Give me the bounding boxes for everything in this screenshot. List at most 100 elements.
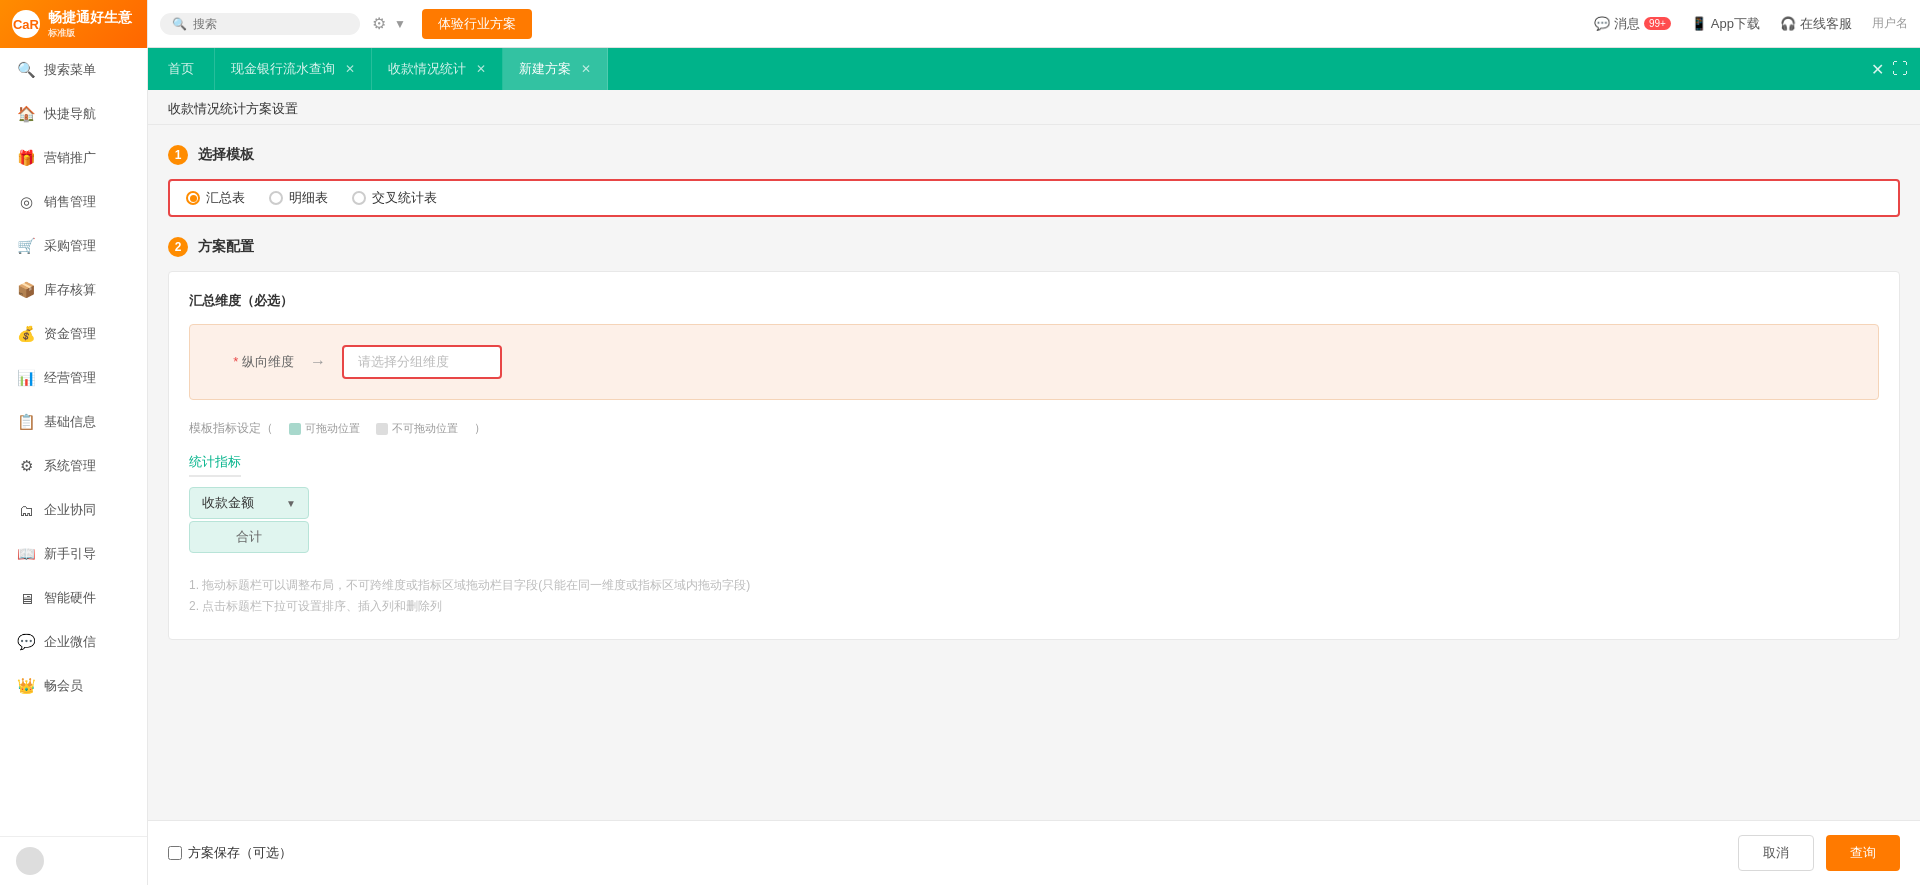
save-checkbox[interactable]: [168, 846, 182, 860]
tab-bank-flow-close[interactable]: ✕: [345, 62, 355, 76]
tab-collection-stats[interactable]: 收款情况统计 ✕: [372, 48, 503, 90]
radio-cross-label: 交叉统计表: [372, 189, 437, 207]
sidebar-item-label: 系统管理: [44, 457, 96, 475]
support-icon: 🎧: [1780, 16, 1796, 31]
operations-icon: 📊: [16, 368, 36, 388]
member-icon: 👑: [16, 676, 36, 696]
sidebar-item-search-menu[interactable]: 🔍 搜索菜单: [0, 48, 147, 92]
sidebar-item-system[interactable]: ⚙ 系统管理: [0, 444, 147, 488]
sidebar-item-quick-nav[interactable]: 🏠 快捷导航: [0, 92, 147, 136]
drag-label: 可拖动位置: [305, 421, 360, 436]
header-right: 💬 消息 99+ 📱 App下载 🎧 在线客服 用户名: [1594, 15, 1908, 33]
message-btn[interactable]: 💬 消息 99+: [1594, 15, 1671, 33]
no-drag-dot: [376, 423, 388, 435]
tabbar-expand-icon[interactable]: ⛶: [1892, 60, 1908, 78]
inventory-icon: 📦: [16, 280, 36, 300]
purchase-icon: 🛒: [16, 236, 36, 256]
user-info[interactable]: 用户名: [1872, 15, 1908, 32]
header: 🔍 ⚙ ▼ 体验行业方案 💬 消息 99+ 📱 App下载 🎧 在线客服 用户名: [148, 0, 1920, 48]
step2-block: 2 方案配置 汇总维度（必选） * 纵向维度 →: [168, 237, 1900, 640]
enterprise-coop-icon: 🗂: [16, 500, 36, 520]
radio-detail-label: 明细表: [289, 189, 328, 207]
sidebar-item-label: 销售管理: [44, 193, 96, 211]
dimension-title: 汇总维度（必选）: [189, 292, 1879, 310]
drag-badge: 可拖动位置: [289, 421, 360, 436]
tab-bank-flow[interactable]: 现金银行流水查询 ✕: [215, 48, 372, 90]
sidebar-item-inventory[interactable]: 📦 库存核算: [0, 268, 147, 312]
sidebar-item-enterprise-coop[interactable]: 🗂 企业协同: [0, 488, 147, 532]
logo-abbr: CaR: [13, 17, 39, 32]
message-badge: 99+: [1644, 17, 1671, 30]
industry-btn[interactable]: 体验行业方案: [422, 9, 532, 39]
support-btn[interactable]: 🎧 在线客服: [1780, 15, 1852, 33]
tips-section: 1. 拖动标题栏可以调整布局，不可跨维度或指标区域拖动栏目字段(只能在同一维度或…: [189, 577, 1879, 615]
dimension-area: * 纵向维度 → 请选择分组维度: [189, 324, 1879, 400]
metrics-hint-label: 模板指标设定（: [189, 420, 273, 437]
sidebar-item-smart-hardware[interactable]: 🖥 智能硬件: [0, 576, 147, 620]
message-label: 消息: [1614, 15, 1640, 33]
sidebar-item-label: 企业微信: [44, 633, 96, 651]
metric-tags-list: 收款金额 ▼ 合计: [189, 487, 309, 553]
step1-title: 1 选择模板: [168, 145, 1900, 165]
metric-tag-collection[interactable]: 收款金额 ▼: [189, 487, 309, 519]
sidebar-item-operations[interactable]: 📊 经营管理: [0, 356, 147, 400]
tab-collection-stats-close[interactable]: ✕: [476, 62, 486, 76]
tips-item-2: 2. 点击标题栏下拉可设置排序、插入列和删除列: [189, 598, 1879, 615]
logo-badge: 标准版: [48, 27, 132, 40]
tabbar-right-controls: ✕ ⛶: [1871, 60, 1920, 79]
sidebar-item-label: 经营管理: [44, 369, 96, 387]
radio-detail[interactable]: 明细表: [269, 189, 328, 207]
dimension-selector[interactable]: 请选择分组维度: [342, 345, 502, 379]
sidebar-item-newcomer[interactable]: 📖 新手引导: [0, 532, 147, 576]
support-label: 在线客服: [1800, 15, 1852, 33]
tab-bank-flow-label: 现金银行流水查询: [231, 60, 335, 78]
logo-text-block: 畅捷通好生意 标准版: [48, 9, 132, 40]
header-search-box[interactable]: 🔍: [160, 13, 360, 35]
tab-new-plan[interactable]: 新建方案 ✕: [503, 48, 608, 90]
metric-subtag-total: 合计: [189, 521, 309, 553]
download-btn[interactable]: 📱 App下载: [1691, 15, 1760, 33]
tab-home[interactable]: 首页: [148, 48, 215, 90]
smart-hardware-icon: 🖥: [16, 588, 36, 608]
sidebar-item-label: 基础信息: [44, 413, 96, 431]
sidebar-item-marketing[interactable]: 🎁 营销推广: [0, 136, 147, 180]
sidebar-item-enterprise-wechat[interactable]: 💬 企业微信: [0, 620, 147, 664]
basic-info-icon: 📋: [16, 412, 36, 432]
step1-num: 1: [168, 145, 188, 165]
step2-label: 方案配置: [198, 238, 254, 256]
sidebar-item-label: 新手引导: [44, 545, 96, 563]
tabbar-close-icon[interactable]: ✕: [1871, 60, 1884, 79]
drag-dot: [289, 423, 301, 435]
sales-icon: ◎: [16, 192, 36, 212]
metric-tag-collection-label: 收款金额: [202, 494, 254, 512]
metrics-section-label: 统计指标: [189, 453, 241, 477]
vertical-label: * 纵向维度: [214, 353, 294, 371]
cancel-button[interactable]: 取消: [1738, 835, 1814, 871]
sidebar-item-label: 资金管理: [44, 325, 96, 343]
sidebar-bottom: [0, 836, 147, 885]
sidebar-item-purchase[interactable]: 🛒 采购管理: [0, 224, 147, 268]
tabbar: 首页 现金银行流水查询 ✕ 收款情况统计 ✕ 新建方案 ✕ ✕ ⛶: [148, 48, 1920, 90]
tab-new-plan-label: 新建方案: [519, 60, 571, 78]
tab-new-plan-close[interactable]: ✕: [581, 62, 591, 76]
gear-icon[interactable]: ⚙: [372, 14, 386, 33]
sidebar-item-basic-info[interactable]: 📋 基础信息: [0, 400, 147, 444]
query-button[interactable]: 查询: [1826, 835, 1900, 871]
newcomer-icon: 📖: [16, 544, 36, 564]
sidebar-item-capital[interactable]: 💰 资金管理: [0, 312, 147, 356]
radio-cross[interactable]: 交叉统计表: [352, 189, 437, 207]
download-label: App下载: [1711, 15, 1760, 33]
search-input[interactable]: [193, 17, 333, 31]
no-drag-badge: 不可拖动位置: [376, 421, 458, 436]
radio-summary[interactable]: 汇总表: [186, 189, 245, 207]
save-checkbox-label[interactable]: 方案保存（可选）: [168, 844, 292, 862]
system-icon: ⚙: [16, 456, 36, 476]
sidebar-item-label: 营销推广: [44, 149, 96, 167]
radio-detail-circle: [269, 191, 283, 205]
sidebar-item-member[interactable]: 👑 畅会员: [0, 664, 147, 708]
metrics-hint: 模板指标设定（ 可拖动位置 不可拖动位置 ）: [189, 420, 1879, 437]
sidebar-item-label: 快捷导航: [44, 105, 96, 123]
template-radio-group: 汇总表 明细表 交叉统计表: [168, 179, 1900, 217]
sidebar-item-sales[interactable]: ◎ 销售管理: [0, 180, 147, 224]
wechat-icon: 💬: [16, 632, 36, 652]
